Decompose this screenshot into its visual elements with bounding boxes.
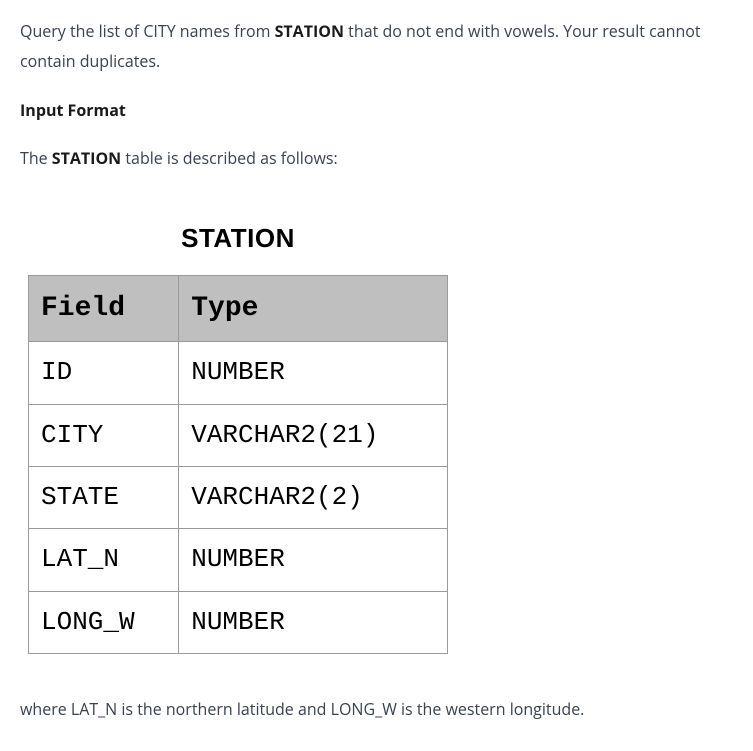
header-field: Field: [29, 275, 179, 341]
table-row: LAT_N NUMBER: [29, 529, 448, 591]
table-row: CITY VARCHAR2(21): [29, 404, 448, 466]
cell-field: ID: [29, 342, 179, 404]
table-intro-before: The: [20, 147, 52, 169]
cell-field: CITY: [29, 404, 179, 466]
cell-field: LONG_W: [29, 591, 179, 653]
schema-table-wrapper: STATION Field Type ID NUMBER CITY VARCHA…: [28, 214, 733, 655]
problem-table-name: STATION: [275, 20, 344, 42]
cell-type: NUMBER: [179, 529, 448, 591]
schema-table: Field Type ID NUMBER CITY VARCHAR2(21) S…: [28, 275, 448, 654]
schema-table-title: STATION: [28, 214, 448, 263]
cell-field: STATE: [29, 466, 179, 528]
cell-type: NUMBER: [179, 342, 448, 404]
input-format-heading: Input Format: [20, 95, 733, 125]
table-row: STATE VARCHAR2(2): [29, 466, 448, 528]
problem-text-before: Query the list of CITY names from: [20, 20, 275, 42]
problem-statement: Query the list of CITY names from STATIO…: [20, 16, 733, 77]
header-type: Type: [179, 275, 448, 341]
table-row: LONG_W NUMBER: [29, 591, 448, 653]
cell-type: VARCHAR2(21): [179, 404, 448, 466]
table-intro-strong: STATION: [52, 147, 121, 169]
cell-type: VARCHAR2(2): [179, 466, 448, 528]
table-intro-after: table is described as follows:: [121, 147, 338, 169]
table-header-row: Field Type: [29, 275, 448, 341]
footer-note: where LAT_N is the northern latitude and…: [20, 694, 733, 724]
table-row: ID NUMBER: [29, 342, 448, 404]
cell-type: NUMBER: [179, 591, 448, 653]
table-intro: The STATION table is described as follow…: [20, 143, 733, 173]
cell-field: LAT_N: [29, 529, 179, 591]
